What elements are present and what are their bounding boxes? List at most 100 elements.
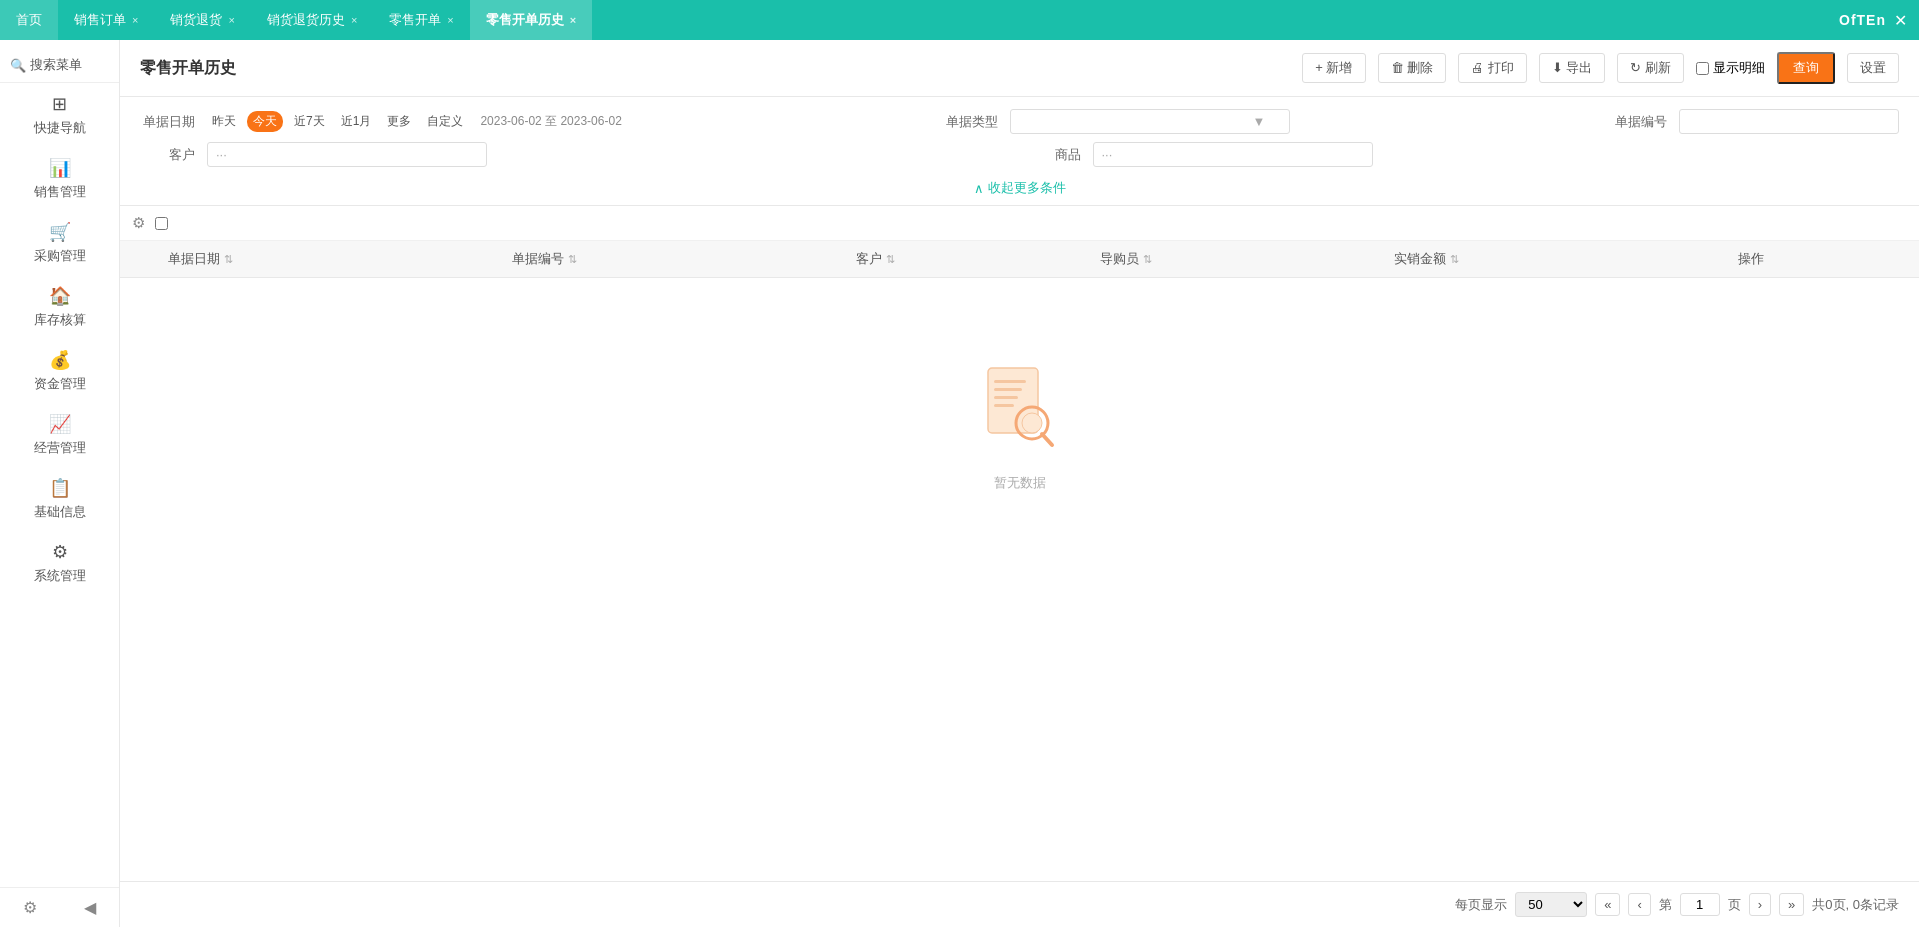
th-amount[interactable]: 实销金额⇅ [1382,241,1726,278]
sidebar-item-sales-mgmt[interactable]: 📊 销售管理 [0,147,119,211]
display-detail-label: 显示明细 [1713,59,1765,77]
sidebar-item-finance[interactable]: 💰资金管理 [0,339,119,403]
collapse-sidebar-icon[interactable]: ◀ [84,898,96,917]
delete-button[interactable]: 🗑 删除 [1378,53,1447,83]
empty-state: 暂无数据 [120,278,1919,532]
filter-row-2: 客户 ··· 商品 ··· [140,142,1899,167]
sort-icon-customer: ⇅ [886,253,895,265]
page-label: 页 [1728,896,1741,914]
th-customer[interactable]: 客户⇅ [844,241,1088,278]
sidebar-item-sys-mgmt[interactable]: ⚙系统管理 [0,531,119,595]
date-option-custom[interactable]: 自定义 [422,111,468,132]
collapse-row: ∧ 收起更多条件 [140,175,1899,197]
prev-page-btn[interactable]: ‹ [1628,893,1650,916]
sort-icon-amount: ⇅ [1450,253,1459,265]
doc-no-input[interactable] [1679,109,1899,134]
collapse-label: 收起更多条件 [988,179,1066,197]
table-wrapper: ⚙ 单据日期⇅单据编号⇅客户⇅导购员⇅实销金额⇅操作 [120,206,1919,881]
customer-label: 客户 [140,146,195,164]
per-page-select[interactable]: 102050100 [1515,892,1587,917]
date-option-last1month[interactable]: 近1月 [336,111,377,132]
add-button[interactable]: + 新增 [1302,53,1365,83]
date-option-last7days[interactable]: 近7天 [289,111,330,132]
nav-tab-retail-open-history[interactable]: 零售开单历史 × [470,0,592,40]
sidebar-item-quick-nav[interactable]: ⊞ 快捷导航 [0,83,119,147]
last-page-btn[interactable]: » [1779,893,1804,916]
export-button[interactable]: ⬇ 导出 [1539,53,1606,83]
sidebar-label-quick-nav: 快捷导航 [34,119,86,137]
sidebar-icon-operations: 📈 [49,413,71,435]
sidebar-items-container: ⊞ 快捷导航 📊 销售管理 🛒采购管理🏠库存核算💰资金管理📈经营管理 📋 基础信息 ⚙系统管理 [0,83,119,595]
sidebar-label-base-info: 基础信息 [34,503,86,521]
sort-icon-no: ⇅ [568,253,577,265]
page-header: 零售开单历史 + 新增 🗑 删除 🖨 打印 ⬇ 导出 ↻ 刷新 显示明细 查询 … [120,40,1919,97]
pagination-bar: 每页显示 102050100 « ‹ 第 页 › » 共0页, 0条记录 [120,881,1919,927]
doc-no-label: 单据编号 [1612,113,1667,131]
search-icon: 🔍 [10,58,26,73]
query-button[interactable]: 查询 [1777,52,1835,84]
select-all-checkbox[interactable] [155,217,168,230]
svg-point-6 [1022,413,1042,433]
nav-tab-sales-return[interactable]: 销货退货 × [154,0,250,40]
nav-tab-close-retail-open[interactable]: × [447,14,453,26]
nav-tabs: 首页销售订单 ×销货退货 ×销货退货历史 ×零售开单 ×零售开单历史 × [0,0,1827,40]
settings-bottom-icon[interactable]: ⚙ [23,898,37,917]
sidebar-label-sales-mgmt: 销售管理 [34,183,86,201]
nav-tab-close-sales-order[interactable]: × [132,14,138,26]
goods-dots: ··· [1102,147,1113,162]
nav-tab-close-sales-return[interactable]: × [228,14,234,26]
sidebar-search-label: 搜索菜单 [30,56,82,74]
filter-row-1: 单据日期 昨天今天近7天近1月更多自定义 2023-06-02 至 2023-0… [140,109,1899,134]
sidebar-item-base-info[interactable]: 📋 基础信息 [0,467,119,531]
empty-text: 暂无数据 [994,474,1046,492]
th-checkbox [120,241,156,278]
th-no[interactable]: 单据编号⇅ [500,241,844,278]
print-button[interactable]: 🖨 打印 [1458,53,1527,83]
per-page-label: 每页显示 [1455,896,1507,914]
doc-type-select[interactable]: ▼ [1010,109,1290,134]
customer-select[interactable]: ··· [207,142,487,167]
nav-tab-close-retail-open-history[interactable]: × [570,14,576,26]
sort-icon-salesperson: ⇅ [1143,253,1152,265]
collapse-button[interactable]: ∧ 收起更多条件 [974,179,1066,197]
page-title: 零售开单历史 [140,58,236,79]
th-date[interactable]: 单据日期⇅ [156,241,500,278]
first-page-btn[interactable]: « [1595,893,1620,916]
table-head: 单据日期⇅单据编号⇅客户⇅导购员⇅实销金额⇅操作 [120,241,1919,278]
sidebar-icon-base-info: 📋 [49,477,71,499]
svg-rect-4 [994,404,1014,407]
sidebar-icon-sales-mgmt: 📊 [49,157,71,179]
refresh-button[interactable]: ↻ 刷新 [1617,53,1684,83]
date-option-yesterday[interactable]: 昨天 [207,111,241,132]
collapse-up-icon: ∧ [974,181,984,196]
display-detail-checkbox[interactable] [1696,62,1709,75]
goods-select[interactable]: ··· [1093,142,1373,167]
page-number-input[interactable] [1680,893,1720,916]
sidebar-item-operations[interactable]: 📈经营管理 [0,403,119,467]
nav-tab-close-sales-return-history[interactable]: × [351,14,357,26]
table-header-row: 单据日期⇅单据编号⇅客户⇅导购员⇅实销金额⇅操作 [120,241,1919,278]
display-detail-toggle[interactable]: 显示明细 [1696,59,1765,77]
date-range: 2023-06-02 至 2023-06-02 [480,113,621,130]
sidebar-icon-sys-mgmt: ⚙ [52,541,68,563]
window-close-icon[interactable]: ✕ [1894,11,1907,30]
sidebar-search[interactable]: 🔍 搜索菜单 [0,48,119,83]
nav-tab-home[interactable]: 首页 [0,0,58,40]
doc-type-label: 单据类型 [943,113,998,131]
sidebar-item-inventory[interactable]: 🏠库存核算 [0,275,119,339]
table-settings-icon[interactable]: ⚙ [132,214,145,232]
next-page-btn[interactable]: › [1749,893,1771,916]
sidebar-icon-quick-nav: ⊞ [52,93,67,115]
sidebar-label-inventory: 库存核算 [34,311,86,329]
nav-tab-sales-order[interactable]: 销售订单 × [58,0,154,40]
th-salesperson[interactable]: 导购员⇅ [1088,241,1382,278]
date-option-more[interactable]: 更多 [382,111,416,132]
sidebar-item-purchase-mgmt[interactable]: 🛒采购管理 [0,211,119,275]
date-option-today[interactable]: 今天 [247,111,283,132]
page-actions: + 新增 🗑 删除 🖨 打印 ⬇ 导出 ↻ 刷新 显示明细 查询 设置 [1302,52,1899,84]
nav-tab-sales-return-history[interactable]: 销货退货历史 × [251,0,373,40]
nav-tab-retail-open[interactable]: 零售开单 × [373,0,469,40]
settings-button[interactable]: 设置 [1847,53,1899,83]
table-toolbar: ⚙ [120,206,1919,241]
svg-rect-3 [994,396,1018,399]
